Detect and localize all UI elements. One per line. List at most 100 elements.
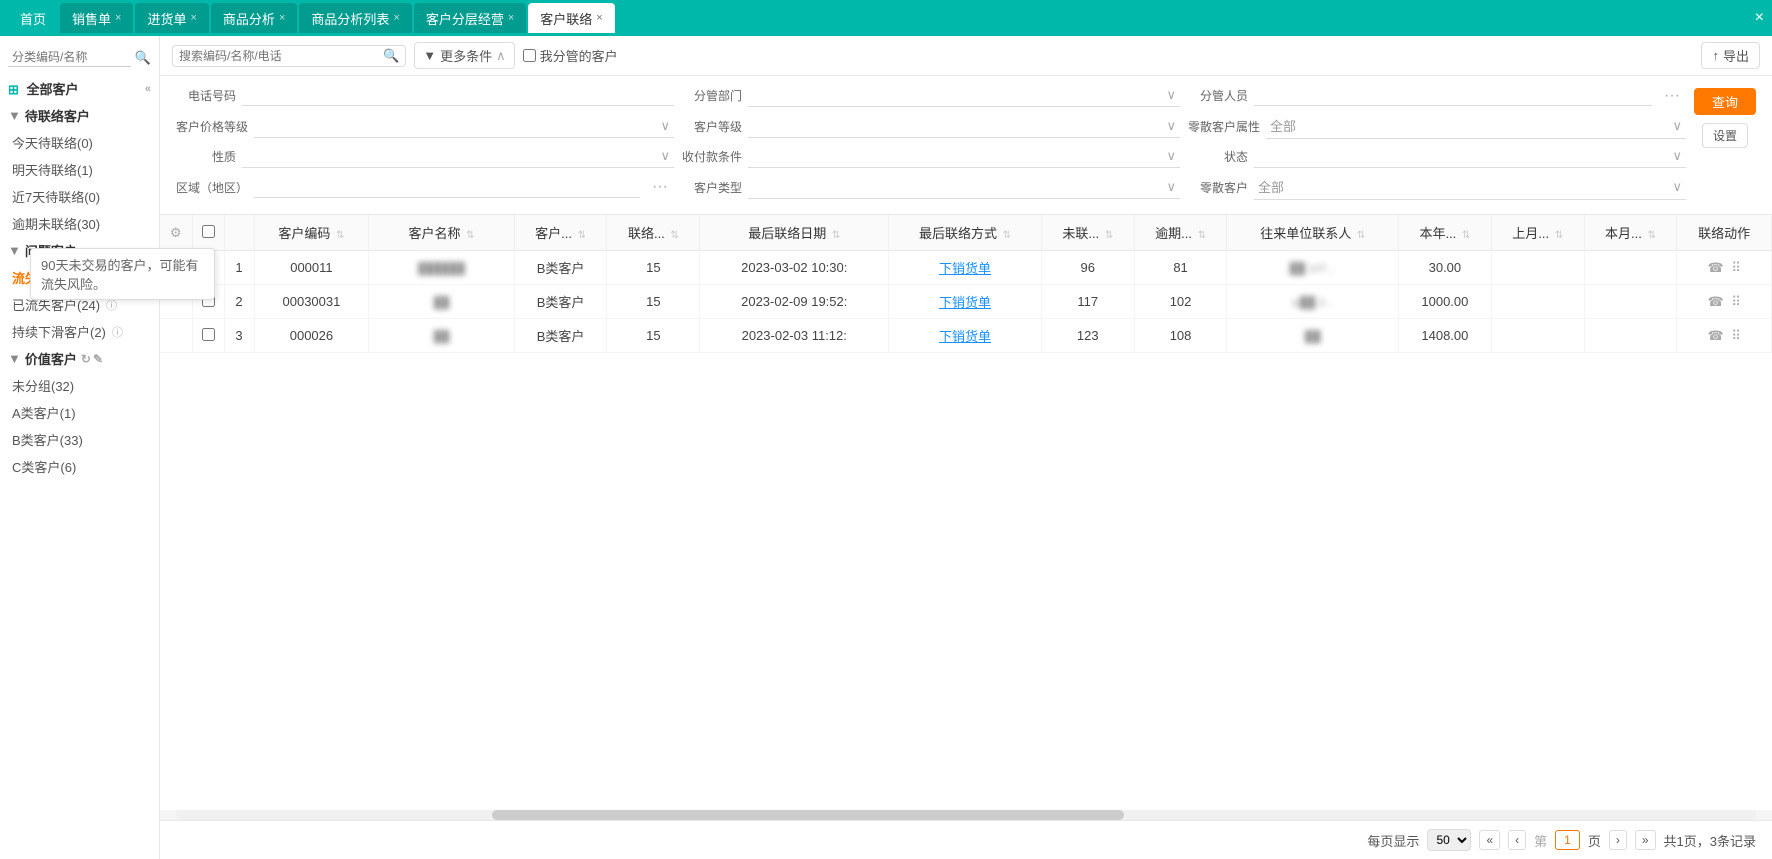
main-search-icon[interactable]: 🔍 bbox=[383, 48, 399, 64]
table-settings-gear-icon[interactable]: ⚙ bbox=[170, 225, 182, 240]
next-page-button[interactable]: › bbox=[1609, 830, 1627, 850]
close-product-analysis-icon[interactable]: × bbox=[279, 12, 285, 24]
sort-code-icon[interactable]: ⇅ bbox=[336, 230, 344, 241]
col-last-contact-way[interactable]: 最后联络方式 ⇅ bbox=[889, 215, 1042, 251]
col-no-contact[interactable]: 未联... ⇅ bbox=[1041, 215, 1134, 251]
action-more-icon[interactable]: ⠿ bbox=[1731, 294, 1741, 309]
nav-tab-product-analysis-list[interactable]: 商品分析列表 × bbox=[299, 3, 411, 33]
person-more-icon[interactable]: ··· bbox=[1658, 85, 1686, 107]
col-unit-contact[interactable]: 往来单位联系人 ⇅ bbox=[1227, 215, 1399, 251]
sort-uc-icon[interactable]: ⇅ bbox=[1357, 230, 1365, 241]
my-customers-checkbox[interactable] bbox=[523, 49, 536, 62]
col-last-month[interactable]: 上月... ⇅ bbox=[1491, 215, 1584, 251]
edit-icon[interactable]: ✎ bbox=[93, 352, 103, 366]
col-type[interactable]: 客户... ⇅ bbox=[514, 215, 607, 251]
close-product-analysis-list-icon[interactable]: × bbox=[393, 12, 399, 24]
retail-attr-select[interactable]: 全部 ∨ bbox=[1266, 113, 1686, 139]
sort-tm-icon[interactable]: ⇅ bbox=[1648, 230, 1656, 241]
col-this-month[interactable]: 本月... ⇅ bbox=[1584, 215, 1677, 251]
row-checkbox[interactable] bbox=[202, 328, 215, 341]
close-customer-tier-icon[interactable]: × bbox=[508, 12, 514, 24]
nav-tab-home[interactable]: 首页 bbox=[8, 3, 58, 33]
7day-contact-label: 近7天待联络(0) bbox=[12, 187, 100, 206]
nav-tab-customer-tier[interactable]: 客户分层经营 × bbox=[414, 3, 526, 33]
all-customers-header[interactable]: ⊞ 全部客户 « bbox=[0, 75, 159, 102]
sort-nc-icon[interactable]: ⇅ bbox=[1105, 230, 1113, 241]
status-select[interactable]: ∨ bbox=[1254, 145, 1686, 168]
customer-tier-select[interactable]: ∨ bbox=[748, 115, 1180, 138]
retail-customer-value: 全部 bbox=[1258, 177, 1284, 196]
nav-tab-product-analysis[interactable]: 商品分析 × bbox=[211, 3, 297, 33]
col-name[interactable]: 客户名称 ⇅ bbox=[369, 215, 514, 251]
sort-type-icon[interactable]: ⇅ bbox=[578, 230, 586, 241]
customer-type-select[interactable]: ∨ bbox=[748, 176, 1180, 199]
scrollbar-thumb[interactable] bbox=[492, 810, 1124, 820]
refresh-icon[interactable]: ↻ bbox=[81, 352, 91, 366]
price-tier-select[interactable]: ∨ bbox=[254, 115, 674, 138]
col-contact[interactable]: 联络... ⇅ bbox=[607, 215, 700, 251]
sidebar-search-icon[interactable]: 🔍 bbox=[135, 50, 151, 66]
sidebar-item-class-c[interactable]: C类客户(6) bbox=[0, 453, 159, 480]
sidebar-item-today-contact[interactable]: 今天待联络(0) bbox=[0, 129, 159, 156]
last-page-button[interactable]: » bbox=[1635, 830, 1656, 850]
dept-select[interactable]: ∨ bbox=[748, 84, 1180, 107]
close-purchase-icon[interactable]: × bbox=[190, 12, 196, 24]
sidebar-item-tomorrow-contact[interactable]: 明天待联络(1) bbox=[0, 156, 159, 183]
col-overdue[interactable]: 逾期... ⇅ bbox=[1134, 215, 1227, 251]
retail-customer-select[interactable]: 全部 ∨ bbox=[1254, 174, 1686, 200]
contact-way-link[interactable]: 下销货单 bbox=[939, 295, 991, 310]
sidebar-item-declining[interactable]: 持续下滑客户(2) ⓘ bbox=[0, 318, 159, 345]
sort-lcw-icon[interactable]: ⇅ bbox=[1003, 230, 1011, 241]
action-contact-icon[interactable]: ☎ bbox=[1708, 328, 1724, 343]
action-contact-icon[interactable]: ☎ bbox=[1708, 260, 1724, 275]
close-sales-icon[interactable]: × bbox=[115, 12, 121, 24]
prev-page-button[interactable]: ‹ bbox=[1508, 830, 1526, 850]
nature-select[interactable]: ∨ bbox=[242, 145, 674, 168]
horizontal-scrollbar[interactable] bbox=[176, 810, 1756, 820]
sidebar-value-customers-header[interactable]: ▼ 价值客户 ↻ ✎ bbox=[0, 345, 159, 372]
col-settings[interactable]: ⚙ bbox=[160, 215, 192, 251]
sort-lcd-icon[interactable]: ⇅ bbox=[832, 230, 840, 241]
sidebar-item-ungrouped[interactable]: 未分组(32) bbox=[0, 372, 159, 399]
sort-lm-icon[interactable]: ⇅ bbox=[1555, 230, 1563, 241]
sidebar-pending-contact-header[interactable]: ▼ 待联络客户 bbox=[0, 102, 159, 129]
per-page-select[interactable]: 50 bbox=[1427, 829, 1471, 851]
payment-select[interactable]: ∨ bbox=[748, 145, 1180, 168]
sort-name-icon[interactable]: ⇅ bbox=[466, 230, 474, 241]
sidebar-search-input[interactable] bbox=[8, 48, 131, 67]
sidebar-item-class-b[interactable]: B类客户(33) bbox=[0, 426, 159, 453]
contact-way-link[interactable]: 下销货单 bbox=[939, 329, 991, 344]
contact-way-link[interactable]: 下销货单 bbox=[939, 261, 991, 276]
region-input[interactable] bbox=[254, 177, 640, 198]
nav-tab-customer-contact[interactable]: 客户联络 × bbox=[528, 3, 614, 33]
sidebar-item-class-a[interactable]: A类客户(1) bbox=[0, 399, 159, 426]
region-more-icon[interactable]: ··· bbox=[646, 176, 674, 198]
sort-ty-icon[interactable]: ⇅ bbox=[1462, 230, 1470, 241]
action-more-icon[interactable]: ⠿ bbox=[1731, 260, 1741, 275]
query-button[interactable]: 查询 bbox=[1694, 88, 1756, 115]
close-customer-contact-icon[interactable]: × bbox=[596, 12, 602, 24]
action-contact-icon[interactable]: ☎ bbox=[1708, 294, 1724, 309]
col-code[interactable]: 客户编码 ⇅ bbox=[254, 215, 369, 251]
sidebar-item-overdue-contact[interactable]: 逾期未联络(30) bbox=[0, 210, 159, 237]
phone-input[interactable] bbox=[242, 85, 674, 106]
more-conditions-button[interactable]: ▼ 更多条件 ∧ bbox=[414, 42, 514, 69]
col-last-contact-date[interactable]: 最后联络日期 ⇅ bbox=[700, 215, 889, 251]
row-action: ☎ ⠿ bbox=[1677, 251, 1772, 285]
export-button[interactable]: ↑ 导出 bbox=[1701, 42, 1760, 69]
nav-tab-purchase[interactable]: 进货单 × bbox=[135, 3, 208, 33]
col-this-year[interactable]: 本年... ⇅ bbox=[1398, 215, 1491, 251]
action-more-icon[interactable]: ⠿ bbox=[1731, 328, 1741, 343]
sidebar-item-7day-contact[interactable]: 近7天待联络(0) bbox=[0, 183, 159, 210]
person-input[interactable] bbox=[1254, 85, 1652, 106]
first-page-button[interactable]: « bbox=[1479, 830, 1500, 850]
filter-settings-button[interactable]: 设置 bbox=[1702, 123, 1748, 148]
close-all-button[interactable]: × bbox=[1755, 9, 1764, 27]
sidebar-collapse-icon[interactable]: « bbox=[145, 83, 151, 95]
select-all-checkbox[interactable] bbox=[202, 225, 215, 238]
nav-tab-sales[interactable]: 销售单 × bbox=[60, 3, 133, 33]
my-customers-wrap[interactable]: 我分管的客户 bbox=[523, 46, 618, 65]
main-search-input[interactable] bbox=[179, 49, 379, 63]
sort-overdue-icon[interactable]: ⇅ bbox=[1198, 230, 1206, 241]
sort-contact-icon[interactable]: ⇅ bbox=[670, 230, 678, 241]
